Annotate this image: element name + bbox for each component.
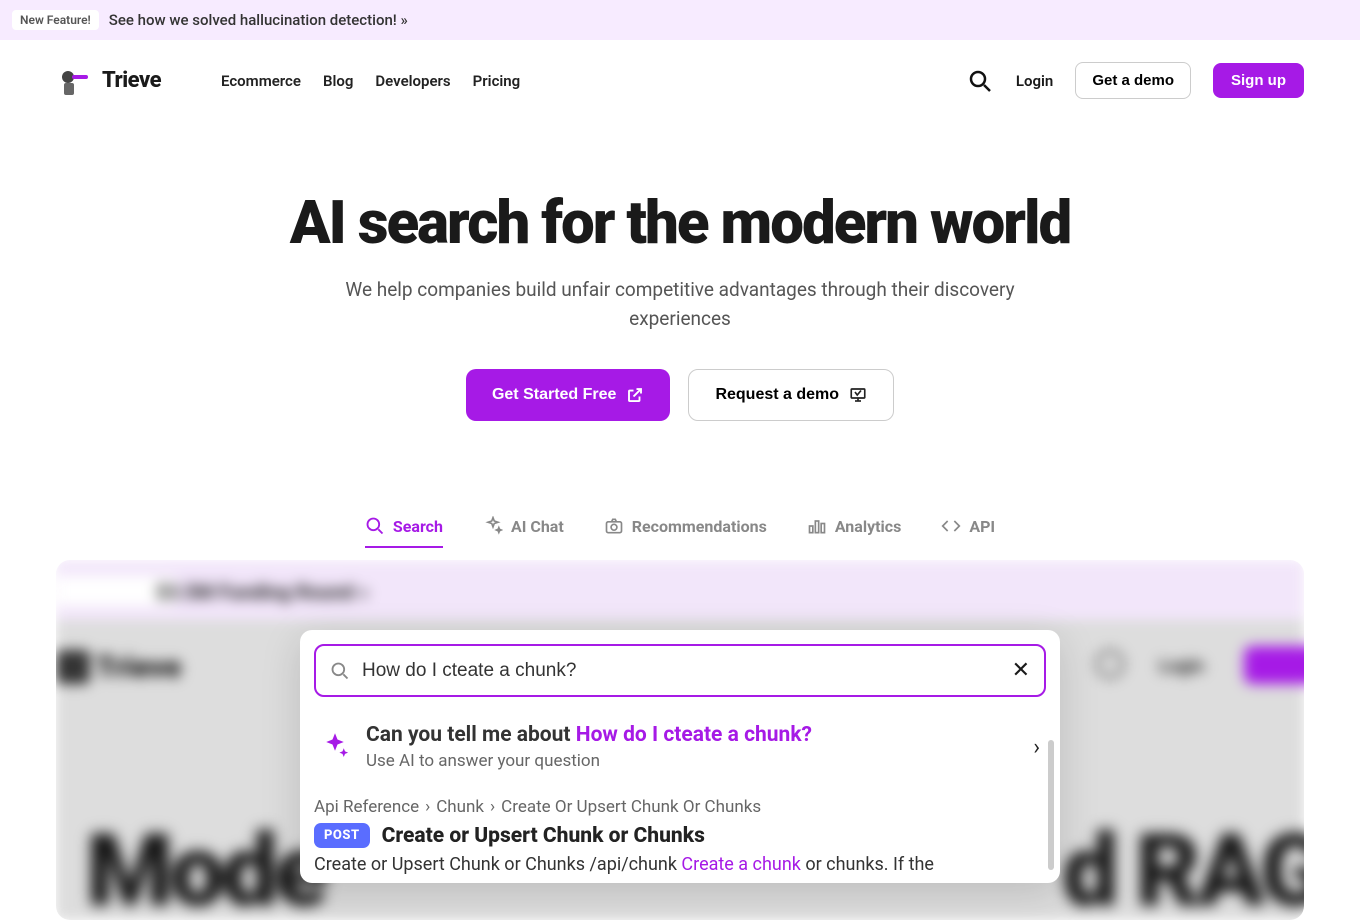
hero-subtitle: We help companies build unfair competiti…	[320, 276, 1040, 333]
tab-search[interactable]: Search	[365, 516, 443, 548]
brand-name: Trieve	[102, 68, 161, 93]
camera-icon	[604, 516, 624, 536]
tab-ai-chat[interactable]: AI Chat	[483, 516, 564, 548]
signup-button[interactable]: Sign up	[1213, 63, 1304, 98]
tab-label: API	[969, 517, 995, 536]
search-result[interactable]: Api Reference›Chunk›Create Or Upsert Chu…	[314, 797, 1046, 883]
clear-search-icon[interactable]: ✕	[1012, 658, 1030, 683]
request-demo-button[interactable]: Request a demo	[688, 369, 894, 421]
ai-answer-suggestion[interactable]: Can you tell me about How do I cteate a …	[314, 719, 1046, 775]
result-title: Create or Upsert Chunk or Chunks	[382, 824, 705, 848]
presentation-icon	[849, 386, 867, 404]
demo-preview-panel: $3.5M Funding Round » Trieve Login Mode …	[56, 560, 1304, 920]
new-feature-badge: New Feature!	[12, 10, 99, 30]
scrollbar[interactable]	[1048, 740, 1054, 870]
request-demo-label: Request a demo	[715, 386, 839, 404]
code-icon	[941, 516, 961, 536]
get-demo-button[interactable]: Get a demo	[1075, 62, 1191, 99]
announcement-text[interactable]: See how we solved hallucination detectio…	[109, 11, 408, 29]
nav-right: Login Get a demo Sign up	[966, 62, 1304, 99]
brand-logo-icon	[56, 63, 92, 99]
search-input[interactable]	[362, 660, 1000, 682]
announcement-bar[interactable]: New Feature! See how we solved hallucina…	[0, 0, 1360, 40]
external-link-icon	[626, 386, 644, 404]
result-description: Create or Upsert Chunk or Chunks /api/ch…	[314, 854, 1046, 875]
brand-home-link[interactable]: Trieve	[56, 63, 161, 99]
nav-link-developers[interactable]: Developers	[375, 72, 450, 90]
tab-label: Search	[393, 517, 443, 536]
nav-link-blog[interactable]: Blog	[323, 72, 353, 90]
nav-link-pricing[interactable]: Pricing	[473, 72, 521, 90]
result-breadcrumb: Api Reference›Chunk›Create Or Upsert Chu…	[314, 797, 1046, 817]
hero-section: AI search for the modern world We help c…	[0, 121, 1360, 461]
tab-label: Recommendations	[632, 517, 767, 536]
ai-suggestion-title: Can you tell me about How do I cteate a …	[366, 723, 1017, 747]
chart-icon	[807, 516, 827, 536]
nav-links: Ecommerce Blog Developers Pricing	[221, 72, 520, 90]
search-input-row[interactable]: ✕	[314, 644, 1046, 697]
chevron-right-icon: ›	[1033, 735, 1040, 760]
search-icon	[330, 661, 350, 681]
sparkles-icon	[320, 732, 350, 762]
login-link[interactable]: Login	[1016, 72, 1053, 90]
tab-analytics[interactable]: Analytics	[807, 516, 902, 548]
tab-label: AI Chat	[511, 517, 564, 536]
ai-suggestion-subtitle: Use AI to answer your question	[366, 751, 1017, 771]
hero-title: AI search for the modern world	[20, 191, 1340, 254]
tab-label: Analytics	[835, 517, 902, 536]
search-icon	[365, 516, 385, 536]
tab-api[interactable]: API	[941, 516, 995, 548]
search-modal: ✕ Can you tell me about How do I cteate …	[300, 630, 1060, 883]
navbar: Trieve Ecommerce Blog Developers Pricing…	[0, 40, 1360, 121]
nav-link-ecommerce[interactable]: Ecommerce	[221, 72, 301, 90]
get-started-free-button[interactable]: Get Started Free	[466, 369, 670, 421]
sparkles-icon	[483, 516, 503, 536]
http-method-badge: POST	[314, 823, 370, 848]
feature-tabs: Search AI Chat Recommendations Analytics…	[0, 516, 1360, 548]
search-icon[interactable]	[966, 67, 994, 95]
tab-recommendations[interactable]: Recommendations	[604, 516, 767, 548]
get-started-label: Get Started Free	[492, 386, 616, 404]
